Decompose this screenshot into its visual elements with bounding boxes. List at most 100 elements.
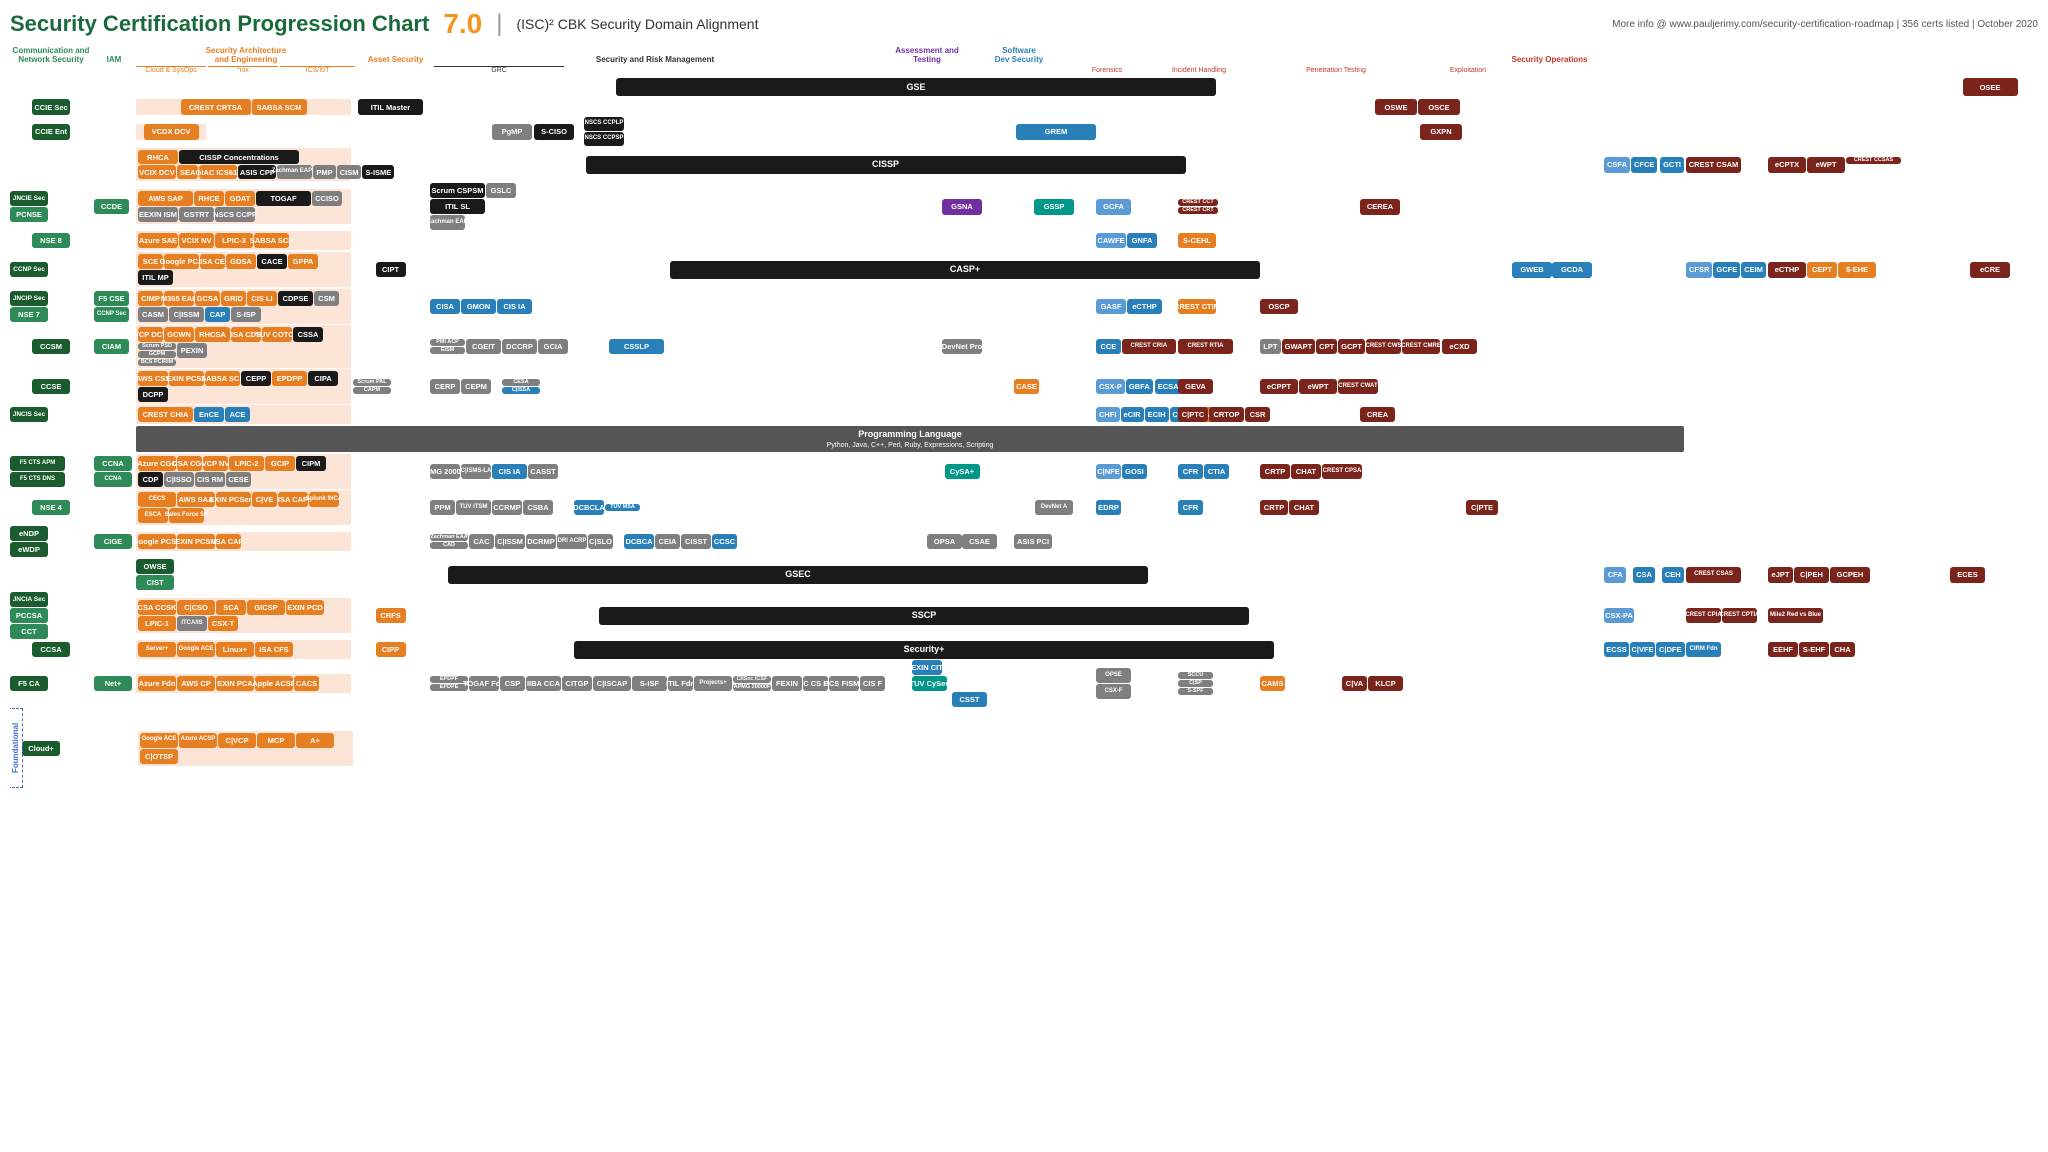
cert-asis-pci: ASIS PCI [1014,534,1052,549]
cert-scrum-cspsm: Scrum CSPSM [430,183,485,198]
cert-ciisec-icsf: CIISec ICSF [733,676,771,683]
cert-rhce: RHCE [194,191,224,206]
cert-opse: OPSE [1096,668,1131,683]
cert-csx-p: CSX-P [1096,379,1125,394]
cert-csae: CSAE [962,534,997,549]
cert-sca: SCA [216,600,246,615]
cert-csba: CSBA [523,500,553,515]
cert-cissp-concentrations: CISSP Concentrations [179,150,299,164]
cert-cissm: C|ISSM [169,307,204,322]
cert-isa-cap2: ISA CAP [216,534,241,549]
cert-crest-crtsa: CREST CRTSA [181,99,251,115]
cert-google-pca: Google PCA [164,254,199,269]
chart-title: Security Certification Progression Chart [10,11,429,37]
cert-nscs-ccpsp: NSCS CCPSP [584,132,624,146]
cert-cawfe: CAWFE [1096,233,1126,248]
cert-ecss: ECSS [1604,642,1629,657]
cert-gweb: GWEB [1512,262,1552,278]
cert-mile2-rvb: Mile2 Red vs Blue [1768,608,1823,623]
cert-zachman-eap: Zachman EAP [430,215,465,230]
cert-gcfa: GCFA [1096,199,1131,215]
cert-cpt: CPT [1316,339,1337,354]
cert-gdat: GDAT [225,191,255,206]
cert-ewdp: eWDP [10,542,48,557]
cert-rhca: RHCA [138,150,178,164]
cert-lpic3: LPIC-3 [215,233,253,248]
cert-scrum-pal: Scrum PAL [353,379,391,386]
cert-gse: GSE [616,78,1216,96]
cert-cce: CCE [1096,339,1121,354]
cert-cfr2: CFR [1178,500,1203,515]
cert-tuv-msa: TUV MSA [605,504,640,511]
cert-nscs-ccplp: NSCS CCPLP [584,117,624,131]
cert-gssp: GSSP [1034,199,1074,215]
cert-gcwn: GCWN [164,327,194,342]
cert-togaf: TOGAF [256,191,311,206]
cert-klcp: KLCP [1368,676,1403,691]
cert-ccsc: CCSC [712,534,737,549]
cert-apple-acsp: Apple ACSP [255,676,293,691]
cert-cige: CIGE [94,534,132,549]
cert-ecppt: eCPPT [1260,379,1298,394]
cert-csa-cgc: CSA CGC [177,456,202,471]
cert-net-plus: Net+ [94,676,132,691]
cert-cisa: CISA [430,299,460,314]
header: Security Certification Progression Chart… [10,8,2038,40]
cert-cis-ia: CIS IA [492,464,527,479]
cert-cjptc: C|PTC [1178,407,1208,422]
cert-ewpt: eWPT [1807,157,1845,173]
cert-csa-ccsk: CSA CCSK [138,600,176,615]
cert-csp: CSP [500,676,525,691]
cert-csfa: CSFA [1604,157,1630,173]
version-number: 7.0 [443,8,482,40]
cert-oscp: OSCP [1260,299,1298,314]
cert-tuv-cotcp: TUV COTCP [262,327,292,342]
cert-exin-pcsm: EXIN PCSM [177,534,215,549]
cert-crest-cws: CREST CWS [1366,339,1401,354]
cert-jncis-sec: JNCIS Sec [10,407,48,422]
cert-osee: OSEE [1963,78,2018,96]
cert-csa: CSA [1633,567,1655,583]
cert-zachman-eaa: Zachman EAA [430,534,468,541]
cert-ecxd: eCXD [1442,339,1477,354]
cert-projects: Projects+ [694,676,732,691]
cert-cecs: CECS [138,492,176,507]
cert-cdpse: CDPSE [278,291,313,306]
cert-f5cse: F5 CSE [94,291,129,306]
cert-cysa: CySA+ [945,464,980,479]
cert-casst: CASST [528,464,558,479]
cert-cfsr: CFSR [1686,262,1712,278]
cert-crest-csam: CREST CSAM [1686,157,1741,173]
cert-ecih: ECIH [1145,407,1169,422]
cert-cfce: CFCE [1631,157,1657,173]
cert-cdp: CDP [138,472,163,487]
cert-gwapt: GWAPT [1282,339,1316,354]
cert-eehf: EEHF [1768,642,1798,657]
cert-crest-ccsas: CREST CCSAS [1846,157,1901,164]
cert-cgeit: CGEIT [466,339,501,354]
cert-crest-chia: CREST CHIA [138,407,193,422]
cert-chfi: CHFI [1096,407,1120,422]
cert-isa-cap: ISA CAP [278,492,308,507]
cert-crfs: CRFS [376,608,406,623]
cert-nse8: NSE 8 [32,233,70,248]
cert-cis-la: CIS IA [497,299,532,314]
cert-s-ciso: S-CISO [534,124,574,140]
cert-cjdfe: C|DFE [1656,642,1685,657]
domain-asset: Asset Security [358,55,433,64]
cert-azure-sae: Azure SAE [138,233,178,248]
cert-crest-csas: CREST CSAS [1686,567,1741,583]
cert-cepm: CEPM [461,379,491,394]
cert-gcpt: GCPT [1338,339,1365,354]
cert-linux-plus: Linux+ [216,642,254,657]
cert-csm: CSM [314,291,339,306]
cert-sscp: SSCP [599,607,1249,625]
cert-gosi: GOSI [1122,464,1147,479]
cert-crest-cria: CREST CRIA [1122,339,1176,354]
cert-cjvfe: C|VFE [1630,642,1655,657]
header-info: More info @ www.pauljerimy.com/security-… [1612,19,2038,30]
cert-chat: CHAT [1291,464,1321,479]
cert-apmg-20000a: APMG 20000A [430,464,460,479]
cert-exin-pcsa: EXIN PCSA [169,371,204,386]
cert-gasf: GASF [1096,299,1126,314]
